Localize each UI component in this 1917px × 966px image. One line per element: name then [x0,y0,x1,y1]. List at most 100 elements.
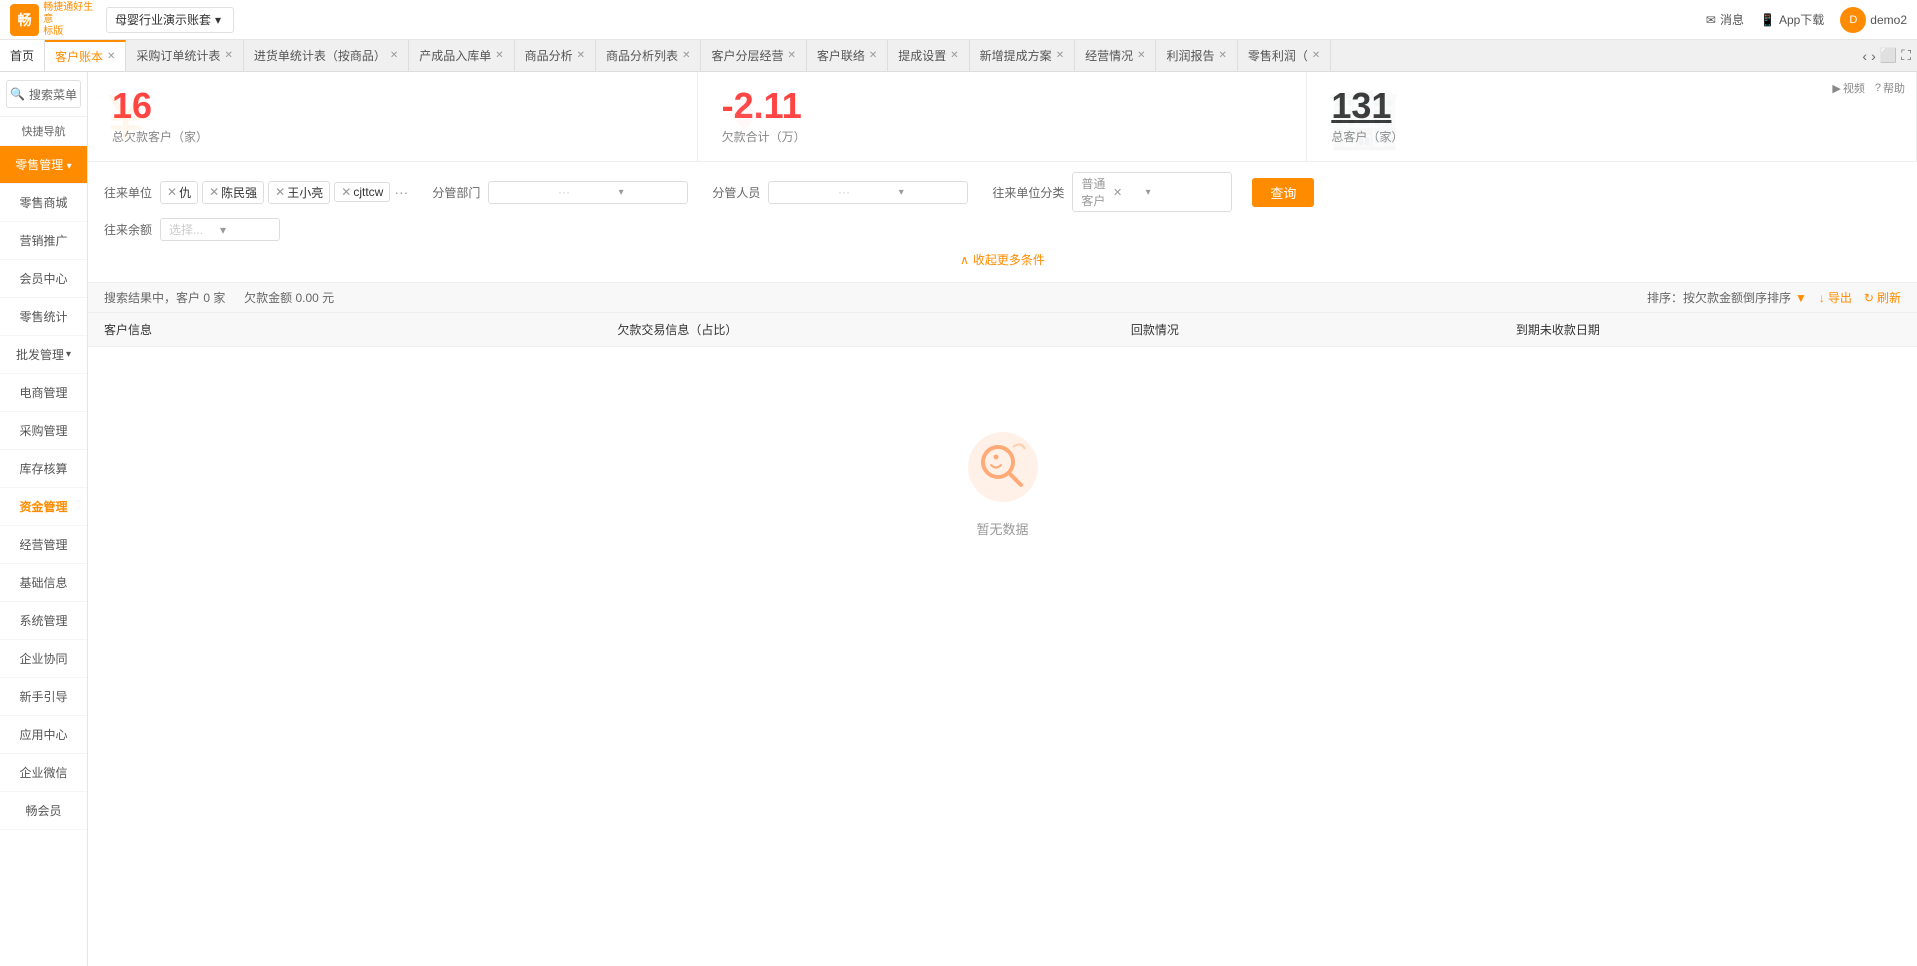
sidebar-item-marketing[interactable]: 营销推广 [0,222,87,260]
stats-row: ¥ 16 总欠款客户（家） ✦ -2.11 欠款合计（万） 🏢 131 总客户（… [88,72,1917,162]
tab-expand-icon[interactable]: ⬜ [1880,47,1897,64]
tab-close-customer-book[interactable]: ✕ [107,51,115,62]
tab-produce-entry[interactable]: 产成品入库单 ✕ [409,40,514,72]
tab-purchase-stats[interactable]: 进货单统计表（按商品） ✕ [244,40,409,72]
tab-close-product-analysis[interactable]: ✕ [577,50,585,61]
content-area: ¥ 16 总欠款客户（家） ✦ -2.11 欠款合计（万） 🏢 131 总客户（… [88,72,1917,966]
sidebar-item-retail-stats[interactable]: 零售统计 [0,298,87,336]
balance-filter-label: 往来余额 [104,221,152,238]
help-btn[interactable]: ? 帮助 [1875,80,1905,96]
tab-customer-book[interactable]: 客户账本 ✕ [45,40,126,72]
user-menu[interactable]: D demo2 [1840,7,1907,33]
tab-close-purchase-order[interactable]: ✕ [224,50,232,61]
category-arrow-icon: ▾ [1146,187,1224,198]
refresh-btn[interactable]: ↻ 刷新 [1864,289,1901,306]
main-layout: 🔍 搜索菜单 快捷导航 零售管理 ▾ 零售商城 营销推广 会员中心 零售统计 批… [0,72,1917,966]
category-tag-remove-btn[interactable]: ✕ [1113,186,1142,199]
tab-close-purchase-stats[interactable]: ✕ [390,50,398,61]
tab-profit-report[interactable]: 利润报告 ✕ [1156,40,1237,72]
sidebar-item-system-mgmt[interactable]: 系统管理 [0,602,87,640]
result-sort: 排序：按欠款金额倒序排序 ▼ [1647,289,1807,306]
video-help-btn[interactable]: ▶ 视频 [1832,80,1864,96]
tab-close-customer-contact[interactable]: ✕ [869,50,877,61]
logo: 畅 畅捷通好生意 标版 [10,2,98,38]
sidebar-item-app-center[interactable]: 应用中心 [0,716,87,754]
tab-close-customer-tier[interactable]: ✕ [787,50,795,61]
dept-filter-dropdown[interactable]: ··· ▾ [488,181,688,204]
sidebar-quick-nav[interactable]: 快捷导航 [0,117,87,146]
sidebar-item-finance[interactable]: 资金管理 [0,488,87,526]
tab-close-profit-report[interactable]: ✕ [1219,50,1227,61]
tab-close-promotion-settings[interactable]: ✕ [950,50,958,61]
category-filter-label: 往来单位分类 [992,184,1064,201]
tab-product-analysis-list[interactable]: 商品分析列表 ✕ [596,40,701,72]
stat-help-area: ▶ 视频 ? 帮助 [1832,80,1905,96]
empty-state-icon [963,427,1043,507]
filter-tag-wangxiaoliang: ✕ 王小亮 [268,181,330,204]
sort-dropdown-btn[interactable]: ▼ [1795,291,1807,305]
balance-arrow-icon: ▾ [220,223,271,237]
sidebar-item-ecommerce[interactable]: 电商管理 [0,374,87,412]
chevron-down-icon: ▾ [66,349,71,360]
collapse-filters-btn[interactable]: ∧ 收起更多条件 [104,247,1901,272]
search-icon: 🔍 [10,87,25,101]
tab-retail-profit[interactable]: 零售利润（ ✕ [1238,40,1331,72]
chevron-up-icon: ∧ [960,253,969,267]
filter-tag-remove-qiu-btn[interactable]: ✕ [167,185,177,199]
tab-home[interactable]: 首页 [0,40,45,72]
sidebar-item-new-guide[interactable]: 新手引导 [0,678,87,716]
sidebar-item-enterprise-coop[interactable]: 企业协同 [0,640,87,678]
filter-tag-cjttcw: ✕ cjttcw [334,182,390,202]
account-selector[interactable]: 母婴行业演示账套 ▾ [106,7,234,33]
tab-promotion-settings[interactable]: 提成设置 ✕ [888,40,969,72]
tab-close-retail-profit[interactable]: ✕ [1312,50,1320,61]
tab-close-product-analysis-list[interactable]: ✕ [682,50,690,61]
filter-more-tags-btn[interactable]: ··· [394,184,408,200]
table-col-due-date: 到期未收款日期 [1516,321,1901,338]
tab-business-status[interactable]: 经营情况 ✕ [1075,40,1156,72]
sidebar-item-retail-mgmt[interactable]: 零售管理 ▾ [0,146,87,184]
sidebar-item-operations[interactable]: 经营管理 [0,526,87,564]
filter-tag-remove-cjttcw-btn[interactable]: ✕ [341,185,351,199]
filter-tag-remove-chen-btn[interactable]: ✕ [209,185,219,199]
message-btn[interactable]: ✉ 消息 [1706,11,1744,28]
tab-close-business-status[interactable]: ✕ [1137,50,1145,61]
tab-product-analysis[interactable]: 商品分析 ✕ [515,40,596,72]
filter-tag-qiu: ✕ 仇 [160,181,198,204]
tab-customer-tier[interactable]: 客户分层经营 ✕ [701,40,806,72]
sidebar-item-member-center[interactable]: 会员中心 [0,260,87,298]
category-tag: 普通客户 ✕ [1081,175,1141,209]
category-filter-dropdown[interactable]: 普通客户 ✕ ▾ [1072,172,1232,212]
person-filter-dropdown[interactable]: ··· ▾ [768,181,968,204]
sidebar-item-enterprise-wechat[interactable]: 企业微信 [0,754,87,792]
tab-fullscreen-icon[interactable]: ⛶ [1901,47,1911,64]
avatar: D [1840,7,1866,33]
refresh-icon: ↻ [1864,291,1874,305]
sidebar-item-batch-mgmt[interactable]: 批发管理 ▾ [0,336,87,374]
tab-new-promotion[interactable]: 新增提成方案 ✕ [970,40,1075,72]
sidebar-item-basic-info[interactable]: 基础信息 [0,564,87,602]
export-btn[interactable]: ↓ 导出 [1819,289,1852,306]
sidebar-item-retail-mall[interactable]: 零售商城 [0,184,87,222]
dept-more-icon: ··· [558,185,619,199]
tab-purchase-order[interactable]: 采购订单统计表 ✕ [126,40,243,72]
app-download-btn[interactable]: 📱 App下载 [1760,11,1824,28]
tab-next-icon[interactable]: › [1871,48,1876,64]
dept-filter-label: 分管部门 [432,184,480,201]
search-menu-btn[interactable]: 🔍 搜索菜单 [6,80,81,108]
sidebar-item-inventory[interactable]: 库存核算 [0,450,87,488]
result-actions: ↓ 导出 ↻ 刷新 [1819,289,1901,306]
tab-close-new-promotion[interactable]: ✕ [1056,50,1064,61]
search-result-bar: 搜索结果中，客户 0 家 欠款金额 0.00 元 排序：按欠款金额倒序排序 ▼ … [88,283,1917,313]
filter-tag-remove-wang-btn[interactable]: ✕ [275,185,285,199]
question-icon: ? [1875,82,1881,94]
tab-close-produce-entry[interactable]: ✕ [495,50,503,61]
tab-customer-contact[interactable]: 客户联络 ✕ [807,40,888,72]
sidebar-item-member[interactable]: 畅会员 [0,792,87,830]
tab-prev-icon[interactable]: ‹ [1862,48,1867,64]
filter-row-2: 往来余额 选择... ▾ [104,218,1901,241]
sidebar-item-purchase-mgmt[interactable]: 采购管理 [0,412,87,450]
search-result-text: 搜索结果中，客户 0 家 欠款金额 0.00 元 [104,289,1647,306]
query-btn[interactable]: 查询 [1252,178,1314,207]
balance-filter-input[interactable]: 选择... ▾ [160,218,280,241]
